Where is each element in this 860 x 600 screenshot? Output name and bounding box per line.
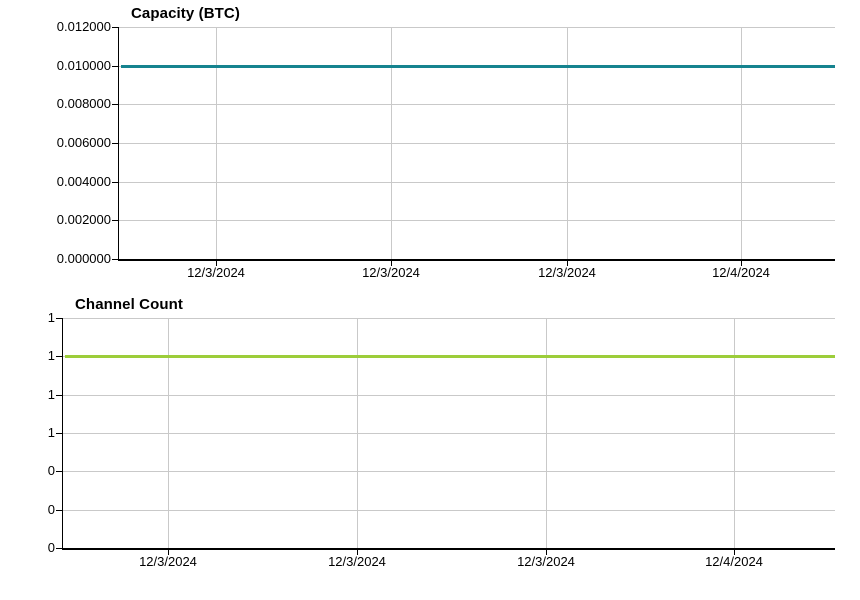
v-gridline: [567, 27, 568, 259]
v-gridline: [391, 27, 392, 259]
capacity-chart-title: Capacity (BTC): [131, 5, 240, 22]
v-gridline: [546, 318, 547, 548]
charts-page: Capacity (BTC) 0.012000 0.010000 0.008000 0…: [0, 0, 860, 600]
y-tick-mark: [56, 395, 63, 396]
h-gridline: [63, 433, 835, 434]
y-tick-label: 1: [47, 310, 55, 325]
x-tick-label: 12/3/2024: [517, 554, 575, 569]
y-tick-label: 0.002000: [56, 212, 111, 227]
y-tick-label: 0.000000: [56, 251, 111, 266]
h-gridline: [63, 395, 835, 396]
y-tick-label: 0.006000: [56, 135, 111, 150]
y-tick-label: 1: [47, 348, 55, 363]
y-tick-mark: [112, 220, 119, 221]
y-tick-label: 1: [47, 387, 55, 402]
y-tick-mark: [112, 143, 119, 144]
h-gridline: [119, 143, 835, 144]
y-tick-mark: [112, 104, 119, 105]
x-tick-label: 12/4/2024: [705, 554, 763, 569]
v-gridline: [168, 318, 169, 548]
h-gridline: [63, 471, 835, 472]
y-tick-label: 0.012000: [56, 19, 111, 34]
capacity-plot-area: 0.012000 0.010000 0.008000 0.006000 0.004000…: [57, 19, 835, 280]
y-tick-label: 0: [47, 540, 55, 555]
y-tick-label: 0.004000: [56, 174, 111, 189]
x-tick-label: 12/3/2024: [187, 265, 245, 280]
v-gridline: [357, 318, 358, 548]
channel-count-plot-area: 1 1 1 1 0 0 0 12/3/2024 12/3/2024 12/3/2024 12/4/2…: [48, 310, 835, 569]
y-tick-label: 1: [47, 425, 55, 440]
v-gridline: [734, 318, 735, 548]
y-tick-mark: [56, 433, 63, 434]
series-line: [65, 355, 835, 358]
x-tick-label: 12/3/2024: [538, 265, 596, 280]
x-tick-label: 12/3/2024: [362, 265, 420, 280]
y-tick-mark: [56, 356, 63, 357]
v-gridline: [741, 27, 742, 259]
y-tick-label: 0: [47, 463, 55, 478]
y-tick-mark: [112, 182, 119, 183]
y-tick-label: 0.008000: [56, 96, 111, 111]
v-gridline: [216, 27, 217, 259]
h-gridline: [119, 182, 835, 183]
h-gridline: [63, 510, 835, 511]
series-line: [121, 65, 835, 68]
h-gridline: [119, 27, 835, 28]
y-tick-label: 0.010000: [56, 58, 111, 73]
y-tick-label: 0: [47, 502, 55, 517]
y-tick-mark: [112, 66, 119, 67]
h-gridline: [63, 318, 835, 319]
x-tick-label: 12/3/2024: [139, 554, 197, 569]
y-tick-mark: [112, 27, 119, 28]
y-tick-mark: [56, 471, 63, 472]
y-tick-mark: [56, 510, 63, 511]
h-gridline: [119, 104, 835, 105]
x-tick-label: 12/4/2024: [712, 265, 770, 280]
y-tick-mark: [112, 259, 119, 260]
x-tick-label: 12/3/2024: [328, 554, 386, 569]
y-tick-mark: [56, 318, 63, 319]
h-gridline: [119, 220, 835, 221]
y-tick-mark: [56, 548, 63, 549]
channel-count-chart-title: Channel Count: [75, 296, 183, 313]
